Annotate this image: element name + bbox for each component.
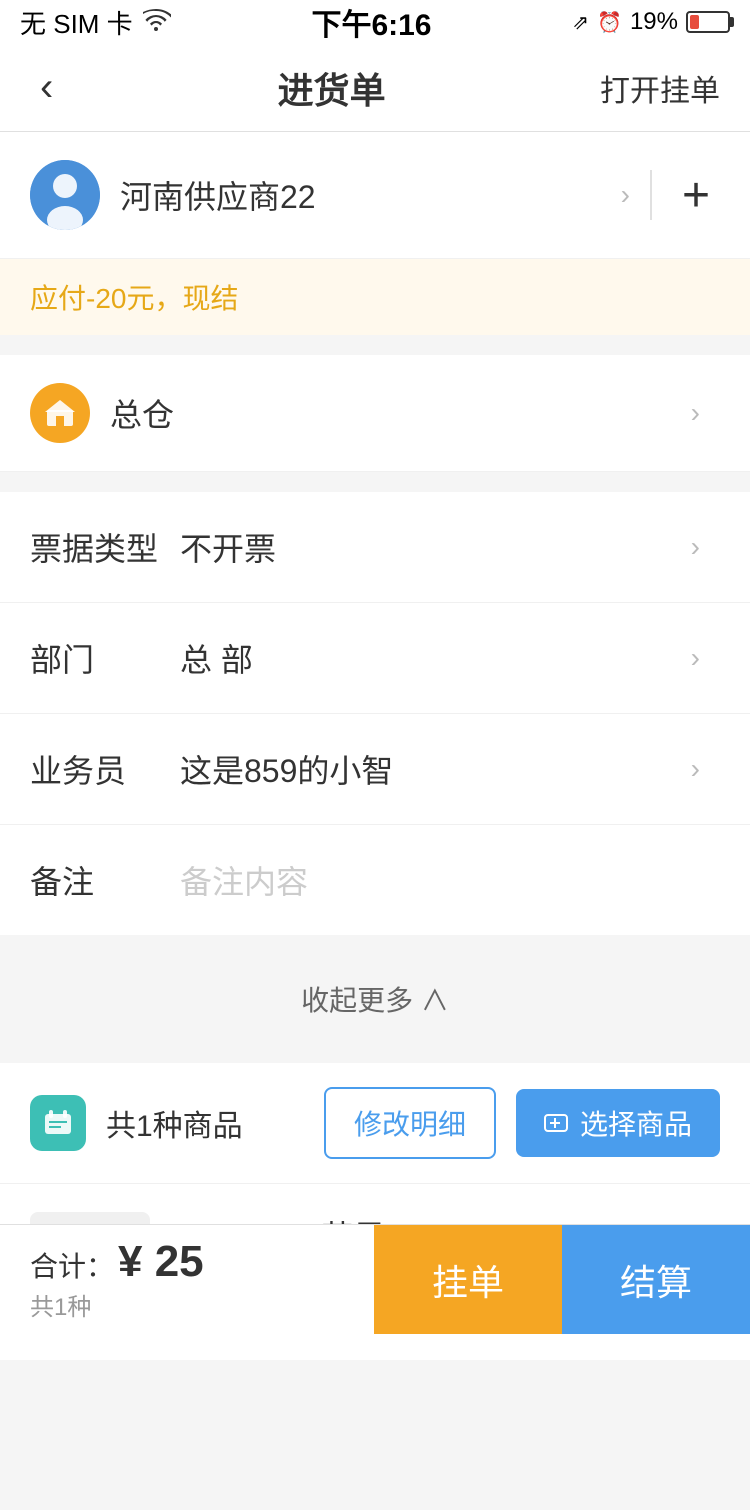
form-section: 票据类型 不开票 › 部门 总 部 › 业务员 这是859的小智 › 备注 备注… <box>0 492 750 935</box>
status-right: ⇗ ⏰ 19% <box>572 8 730 36</box>
sales-row[interactable]: 业务员 这是859的小智 › <box>0 714 750 825</box>
nav-bar: ‹ 进货单 打开挂单 <box>0 44 750 132</box>
invoice-row[interactable]: 票据类型 不开票 › <box>0 492 750 603</box>
total-count: 共1种 <box>30 1287 344 1322</box>
supplier-alert: 应付-20元，现结 <box>0 259 750 335</box>
warehouse-name: 总仓 <box>110 390 691 436</box>
products-count: 共1种商品 <box>106 1101 304 1145</box>
sales-chevron-icon: › <box>691 753 700 785</box>
dept-label: 部门 <box>30 635 170 681</box>
open-hang-button[interactable]: 打开挂单 <box>600 66 720 110</box>
supplier-row[interactable]: 河南供应商22 › + <box>0 132 750 259</box>
select-product-label: 选择商品 <box>580 1103 692 1143</box>
products-header: 共1种商品 修改明细 选择商品 <box>0 1063 750 1184</box>
total-amount: ¥ 25 <box>118 1237 204 1287</box>
supplier-name: 河南供应商22 <box>120 172 621 218</box>
remark-placeholder: 备注内容 <box>170 857 720 903</box>
warehouse-section: 总仓 › <box>0 355 750 472</box>
invoice-label: 票据类型 <box>30 524 170 570</box>
carrier-label: 无 SIM 卡 <box>20 4 133 41</box>
invoice-chevron-icon: › <box>691 531 700 563</box>
dept-row[interactable]: 部门 总 部 › <box>0 603 750 714</box>
dept-value: 总 部 <box>170 635 691 681</box>
supplier-section: 河南供应商22 › + 应付-20元，现结 <box>0 132 750 335</box>
dept-chevron-icon: › <box>691 642 700 674</box>
sales-value: 这是859的小智 <box>170 746 691 792</box>
battery-icon <box>686 11 730 33</box>
select-product-button[interactable]: 选择商品 <box>516 1089 720 1157</box>
total-label: 合计： <box>30 1245 114 1285</box>
wifi-icon <box>143 7 171 38</box>
status-bar: 无 SIM 卡 下午6:16 ⇗ ⏰ 19% <box>0 0 750 44</box>
alarm-icon: ⏰ <box>597 10 622 35</box>
sales-label: 业务员 <box>30 746 170 792</box>
back-button[interactable]: ‹ <box>30 55 63 120</box>
status-left: 无 SIM 卡 <box>20 4 171 41</box>
status-time: 下午6:16 <box>311 0 431 44</box>
collapse-row[interactable]: 收起更多 ∧ <box>0 955 750 1043</box>
warehouse-icon <box>30 383 90 443</box>
total-area: 合计： ¥ 25 共1种 <box>0 1225 374 1334</box>
page-title: 进货单 <box>278 62 386 114</box>
hang-button[interactable]: 挂单 <box>374 1225 562 1334</box>
products-icon <box>30 1095 86 1151</box>
location-icon: ⇗ <box>572 10 589 35</box>
add-supplier-button[interactable]: + <box>672 168 720 223</box>
battery-percent: 19% <box>630 8 678 36</box>
edit-detail-button[interactable]: 修改明细 <box>324 1087 496 1159</box>
bottom-bar: 合计： ¥ 25 共1种 挂单 结算 <box>0 1224 750 1334</box>
supplier-chevron-icon: › <box>621 179 630 211</box>
supplier-avatar <box>30 160 100 230</box>
checkout-button[interactable]: 结算 <box>562 1225 750 1334</box>
remark-row[interactable]: 备注 备注内容 <box>0 825 750 935</box>
warehouse-row[interactable]: 总仓 › <box>0 355 750 472</box>
invoice-value: 不开票 <box>170 524 691 570</box>
divider <box>650 170 652 220</box>
collapse-label: 收起更多 ∧ <box>301 985 449 1016</box>
warehouse-chevron-icon: › <box>691 397 700 429</box>
remark-label: 备注 <box>30 857 170 903</box>
